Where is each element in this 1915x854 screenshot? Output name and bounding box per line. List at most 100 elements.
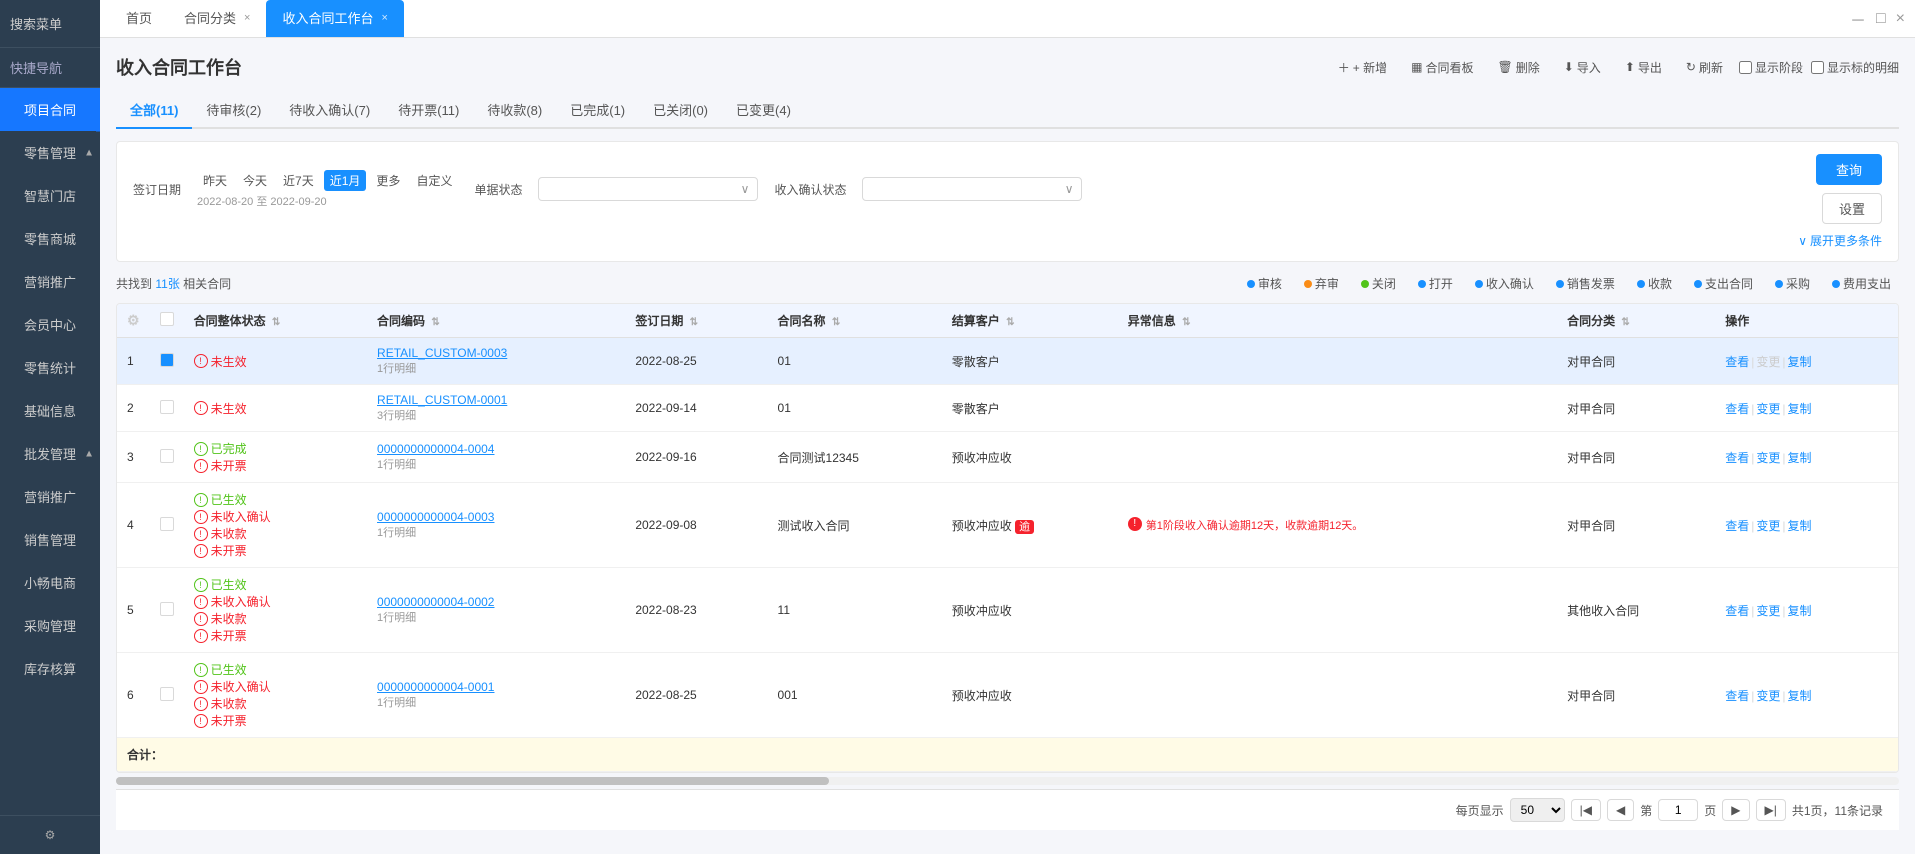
op-btn-查看[interactable]: 查看 — [1725, 355, 1749, 369]
action-btn-payment[interactable]: 收款 — [1629, 272, 1680, 295]
date-opt-近7天[interactable]: 近7天 — [277, 170, 320, 191]
import-button[interactable]: ⬇ 导入 — [1556, 55, 1609, 80]
first-page-btn[interactable]: |◀ — [1571, 799, 1601, 821]
settings-icon[interactable]: ⚙ — [127, 312, 140, 328]
sidebar-item-purchase[interactable]: 采购管理 — [0, 604, 100, 647]
tab-home[interactable]: 首页 — [110, 0, 168, 37]
tab-contract-type-close[interactable]: × — [244, 12, 250, 24]
op-btn-变更[interactable]: 变更 — [1756, 451, 1780, 465]
date-opt-自定义[interactable]: 自定义 — [410, 170, 458, 191]
sidebar-item-inventory[interactable]: 库存核算 — [0, 647, 100, 690]
per-page-select[interactable]: 50 100 200 — [1510, 798, 1565, 822]
date-opt-近1月[interactable]: 近1月 — [324, 170, 367, 191]
add-button[interactable]: ＋ + 新增 — [1330, 55, 1395, 80]
date-opt-昨天[interactable]: 昨天 — [197, 170, 233, 191]
action-btn-sales-invoice[interactable]: 销售发票 — [1548, 272, 1623, 295]
sidebar-search[interactable]: 搜索菜单 — [0, 0, 100, 48]
filter-tab-completed[interactable]: 已完成(1) — [556, 92, 639, 129]
action-btn-purchase[interactable]: 采购 — [1767, 272, 1818, 295]
sidebar-item-project[interactable]: 项目合同 — [0, 88, 100, 131]
action-btn-expense-pay[interactable]: 费用支出 — [1824, 272, 1899, 295]
contract-code-link[interactable]: 0000000000004-0003 — [377, 510, 494, 524]
income-confirm-select[interactable]: ∨ — [862, 177, 1082, 201]
op-btn-变更[interactable]: 变更 — [1756, 355, 1780, 369]
op-btn-变更[interactable]: 变更 — [1756, 604, 1780, 618]
query-button[interactable]: 查询 — [1816, 154, 1882, 185]
op-btn-复制[interactable]: 复制 — [1788, 355, 1812, 369]
filter-tab-pending-income[interactable]: 待收入确认(7) — [275, 92, 384, 129]
tab-income-workbench-close[interactable]: × — [381, 12, 387, 24]
action-btn-income-confirm[interactable]: 收入确认 — [1467, 272, 1542, 295]
page-input[interactable] — [1658, 799, 1698, 821]
op-btn-查看[interactable]: 查看 — [1725, 451, 1749, 465]
date-opt-今天[interactable]: 今天 — [237, 170, 273, 191]
op-btn-查看[interactable]: 查看 — [1725, 604, 1749, 618]
show-detail-checkbox[interactable]: 显示标的明细 — [1811, 59, 1899, 76]
next-page-btn[interactable]: ▶ — [1722, 799, 1749, 821]
op-btn-查看[interactable]: 查看 — [1725, 689, 1749, 703]
export-button[interactable]: ⬆ 导出 — [1617, 55, 1670, 80]
op-btn-查看[interactable]: 查看 — [1725, 519, 1749, 533]
contract-code-link[interactable]: RETAIL_CUSTOM-0003 — [377, 346, 507, 360]
op-btn-变更[interactable]: 变更 — [1756, 402, 1780, 416]
filter-tab-closed[interactable]: 已关闭(0) — [639, 92, 722, 129]
date-opt-更多[interactable]: 更多 — [370, 170, 406, 191]
prev-page-btn[interactable]: ◀ — [1607, 799, 1634, 821]
row-checkbox[interactable] — [160, 353, 174, 367]
tab-collapse-icon[interactable]: － — [1850, 7, 1866, 31]
op-btn-复制[interactable]: 复制 — [1788, 451, 1812, 465]
filter-tab-pending-payment[interactable]: 待收款(8) — [473, 92, 556, 129]
op-btn-复制[interactable]: 复制 — [1788, 689, 1812, 703]
horizontal-scrollbar[interactable] — [116, 777, 1899, 785]
sidebar-item-retail-mall[interactable]: 零售商城 — [0, 217, 100, 260]
sidebar-item-xiaochang[interactable]: 小畅电商 — [0, 561, 100, 604]
filter-tab-pending-invoice[interactable]: 待开票(11) — [384, 92, 473, 129]
sidebar-item-retail-stat[interactable]: 零售统计 — [0, 346, 100, 389]
action-btn-print[interactable]: 打开 — [1410, 272, 1461, 295]
row-checkbox[interactable] — [160, 400, 174, 414]
op-btn-变更[interactable]: 变更 — [1756, 519, 1780, 533]
expand-conditions-btn[interactable]: ∨ 展开更多条件 — [1798, 232, 1882, 249]
op-btn-查看[interactable]: 查看 — [1725, 402, 1749, 416]
action-btn-expense-out[interactable]: 支出合同 — [1686, 272, 1761, 295]
contract-code-link[interactable]: 0000000000004-0002 — [377, 595, 494, 609]
show-stage-checkbox[interactable]: 显示阶段 — [1739, 59, 1803, 76]
sidebar-item-batch-mgmt[interactable]: 批发管理 — [0, 432, 100, 475]
filter-tab-all[interactable]: 全部(11) — [116, 92, 192, 129]
last-page-btn[interactable]: ▶| — [1756, 799, 1786, 821]
filter-tab-pending-review[interactable]: 待审核(2) — [192, 92, 275, 129]
sidebar-nav[interactable]: 快捷导航 — [0, 48, 100, 88]
contract-code-link[interactable]: RETAIL_CUSTOM-0001 — [377, 393, 507, 407]
tab-restore-icon[interactable]: □ — [1876, 10, 1886, 28]
set-button[interactable]: 设置 — [1822, 193, 1882, 224]
op-btn-复制[interactable]: 复制 — [1788, 402, 1812, 416]
action-btn-abandon[interactable]: 弃审 — [1296, 272, 1347, 295]
sidebar-item-sales-mgmt[interactable]: 销售管理 — [0, 518, 100, 561]
sidebar-item-sales-promo[interactable]: 营销推广 — [0, 475, 100, 518]
row-checkbox[interactable] — [160, 602, 174, 616]
contract-code-link[interactable]: 0000000000004-0004 — [377, 442, 494, 456]
sidebar-item-base-info[interactable]: 基础信息 — [0, 389, 100, 432]
delete-button[interactable]: 🗑 删除 — [1489, 55, 1547, 80]
tab-close-icon[interactable]: × — [1896, 10, 1905, 28]
sidebar-item-retail-mgmt[interactable]: 零售管理 — [0, 131, 100, 174]
doc-status-select[interactable]: ∨ — [538, 177, 758, 201]
select-all-checkbox[interactable] — [160, 312, 174, 326]
board-button[interactable]: ▦ 合同看板 — [1403, 55, 1481, 80]
filter-tab-changed[interactable]: 已变更(4) — [722, 92, 805, 129]
sidebar-settings[interactable]: ⚙ — [0, 815, 100, 854]
sidebar-item-member[interactable]: 会员中心 — [0, 303, 100, 346]
row-checkbox[interactable] — [160, 449, 174, 463]
action-btn-audit[interactable]: 审核 — [1239, 272, 1290, 295]
row-checkbox[interactable] — [160, 517, 174, 531]
tab-contract-type[interactable]: 合同分类 × — [168, 0, 266, 37]
op-btn-变更[interactable]: 变更 — [1756, 689, 1780, 703]
refresh-button[interactable]: ↻ 刷新 — [1678, 55, 1731, 80]
op-btn-复制[interactable]: 复制 — [1788, 519, 1812, 533]
sidebar-item-marketing[interactable]: 营销推广 — [0, 260, 100, 303]
action-btn-close[interactable]: 关闭 — [1353, 272, 1404, 295]
tab-income-workbench[interactable]: 收入合同工作台 × — [266, 0, 403, 37]
op-btn-复制[interactable]: 复制 — [1788, 604, 1812, 618]
row-checkbox[interactable] — [160, 687, 174, 701]
sidebar-item-smart-store[interactable]: 智慧门店 — [0, 174, 100, 217]
